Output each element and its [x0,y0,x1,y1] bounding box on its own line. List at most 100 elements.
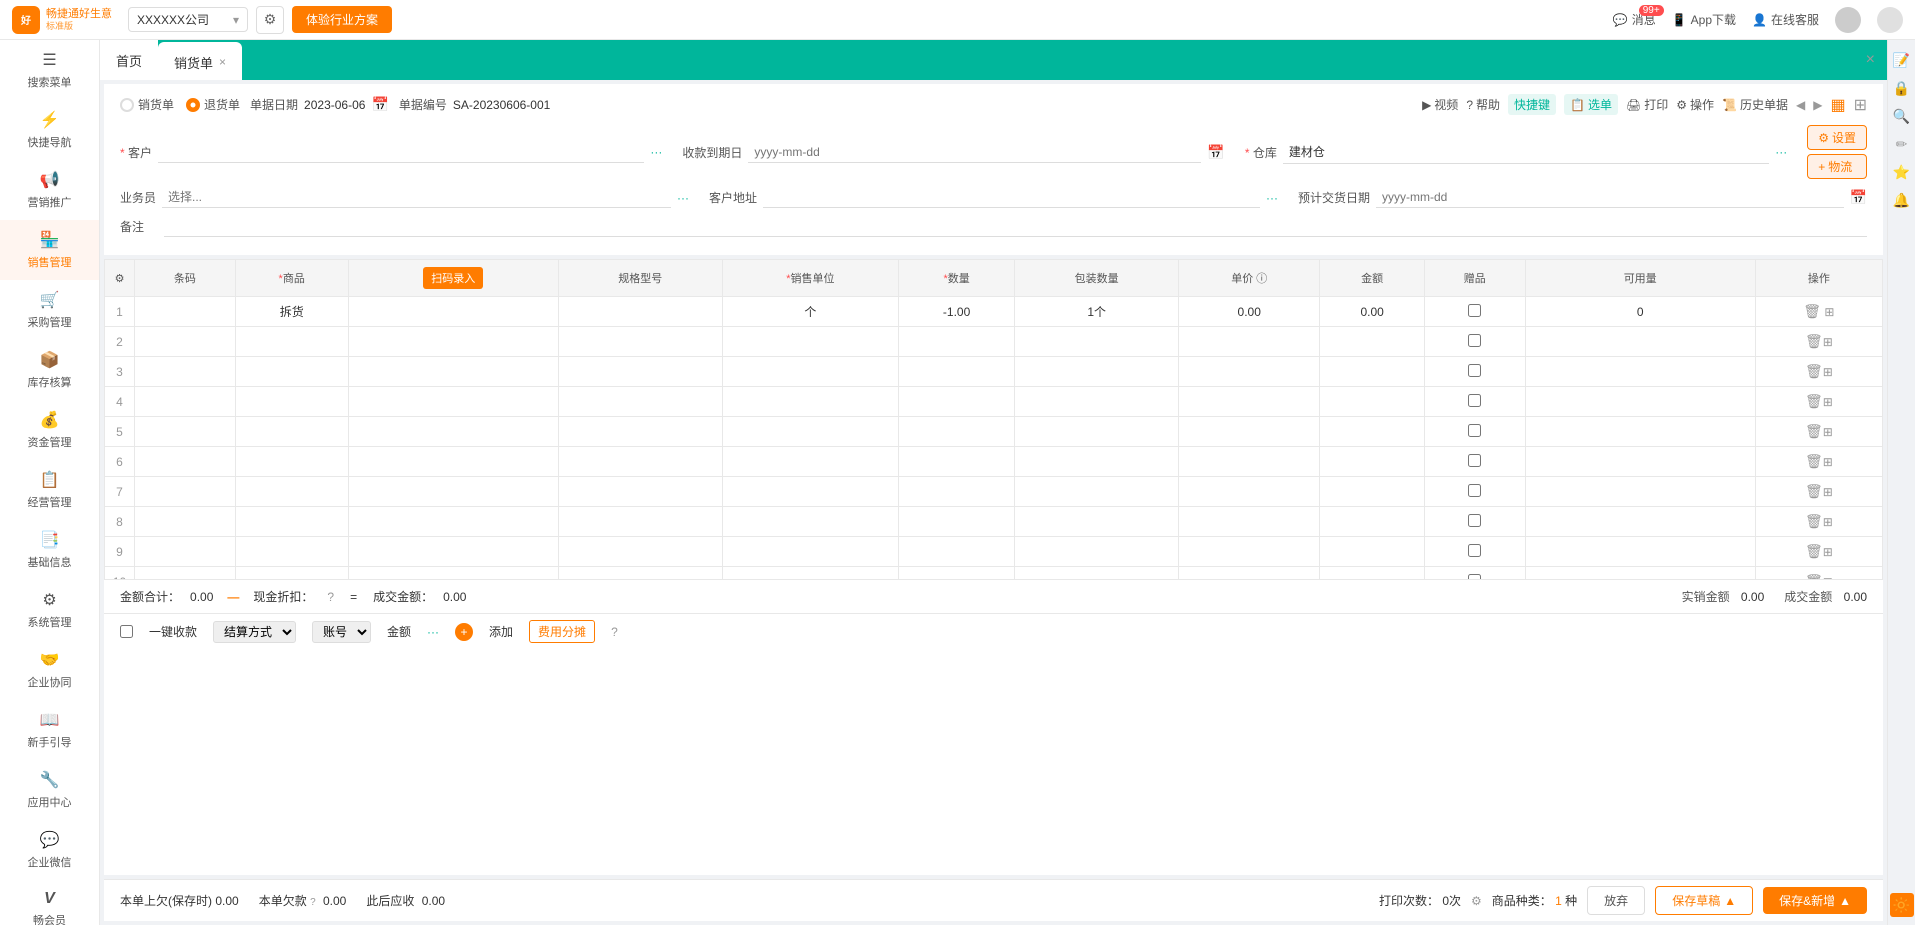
cell-amount[interactable] [1320,387,1425,417]
tab-sales-order[interactable]: 销货单 × [158,42,242,82]
scan-button[interactable]: 扫码录入 [423,267,483,289]
cell-product[interactable] [235,477,348,507]
logistics-button[interactable]: + 物流 [1807,154,1867,179]
copy-row-icon[interactable]: ⊞ [1823,395,1833,409]
cell-barcode[interactable] [135,297,236,327]
customer-dots-icon[interactable]: ··· [650,145,662,159]
gift-checkbox[interactable] [1468,304,1481,317]
cell-spec[interactable] [558,507,722,537]
payment-due-input[interactable] [748,142,1201,163]
sidebar-item-inventory[interactable]: 📦 库存核算 [0,340,99,400]
delete-row-icon[interactable]: 🗑 [1803,303,1821,319]
sidebar-item-guide[interactable]: 📖 新手引导 [0,700,99,760]
copy-row-icon[interactable]: ⊞ [1823,545,1833,559]
cell-barcode[interactable] [135,387,236,417]
cell-amount[interactable]: 0.00 [1320,297,1425,327]
cell-product[interactable]: 拆货 [235,297,348,327]
close-tab-icon[interactable]: × [219,55,226,69]
cell-qty[interactable] [899,417,1015,447]
sidebar-item-sales[interactable]: 🏪 销售管理 [0,220,99,280]
cell-amount[interactable] [1320,327,1425,357]
sidebar-item-appstore[interactable]: 🔧 应用中心 [0,760,99,820]
sidebar-item-quicknav[interactable]: ⚡ 快捷导航 [0,100,99,160]
customer-input[interactable] [158,142,644,163]
sidebar-item-wechat[interactable]: 💬 企业微信 [0,820,99,880]
right-icon-edit[interactable]: 📝 [1890,48,1914,72]
cell-product[interactable] [235,387,348,417]
cell-qty[interactable] [899,357,1015,387]
cell-unit[interactable] [722,417,898,447]
cell-qty[interactable]: -1.00 [899,297,1015,327]
payment-method-select[interactable]: 结算方式 [213,621,296,643]
cell-amount[interactable] [1320,447,1425,477]
video-link[interactable]: ▶ 视频 [1422,96,1458,113]
radio-sale[interactable]: 销货单 [120,96,174,113]
cell-price[interactable] [1179,387,1320,417]
cell-barcode[interactable] [135,537,236,567]
right-icon-bell[interactable]: 🔔 [1890,188,1914,212]
avatar2[interactable] [1877,7,1903,33]
tab-home[interactable]: 首页 [100,40,158,80]
cell-spec[interactable] [558,417,722,447]
cell-qty[interactable] [899,387,1015,417]
add-payment-button[interactable]: + [455,623,473,641]
cell-unit[interactable] [722,357,898,387]
cell-qty[interactable] [899,477,1015,507]
gift-checkbox[interactable] [1468,514,1481,527]
salesperson-dots-icon[interactable]: ··· [677,191,689,205]
save-new-button[interactable]: 保存&新增 ▲ [1763,887,1867,914]
cell-amount[interactable] [1320,567,1425,580]
cell-unit[interactable] [722,327,898,357]
col-settings[interactable]: ⚙ [105,260,135,297]
cell-qty[interactable] [899,507,1015,537]
estimated-calendar-icon[interactable]: 📅 [1850,189,1867,206]
cell-product[interactable] [235,447,348,477]
cell-product[interactable] [235,327,348,357]
help-link[interactable]: ? 帮助 [1466,96,1500,113]
sidebar-item-operation[interactable]: 📋 经营管理 [0,460,99,520]
delete-row-icon[interactable]: 🗑 [1805,333,1823,349]
close-window-icon[interactable]: × [1854,51,1887,69]
cell-product[interactable] [235,567,348,580]
cell-product[interactable] [235,537,348,567]
account-select[interactable]: 账号 [312,621,371,643]
gift-checkbox[interactable] [1468,484,1481,497]
delete-row-icon[interactable]: 🗑 [1805,363,1823,379]
delete-row-icon[interactable]: 🗑 [1805,423,1823,439]
right-icon-lock[interactable]: 🔒 [1890,76,1914,100]
cell-pkg-qty[interactable] [1015,327,1179,357]
print-link[interactable]: 🖨 打印 [1626,96,1668,113]
cell-spec[interactable] [558,387,722,417]
cell-amount[interactable] [1320,357,1425,387]
cell-pkg-qty[interactable] [1015,387,1179,417]
company-selector[interactable]: XXXXXX公司 ▾ [128,7,248,32]
cell-pkg-qty[interactable] [1015,447,1179,477]
col-scan[interactable]: 扫码录入 [348,260,558,297]
gift-checkbox[interactable] [1468,454,1481,467]
cell-pkg-qty[interactable] [1015,567,1179,580]
cell-qty[interactable] [899,537,1015,567]
cell-price[interactable] [1179,357,1320,387]
cell-unit[interactable] [722,567,898,580]
shortcut-link[interactable]: 快捷键 [1508,94,1556,115]
delete-row-icon[interactable]: 🗑 [1805,543,1823,559]
right-icon-active[interactable]: 🔆 [1890,893,1914,917]
cell-pkg-qty[interactable] [1015,357,1179,387]
operate-link[interactable]: ⚙ 操作 [1676,96,1714,113]
cell-price[interactable] [1179,507,1320,537]
delete-row-icon[interactable]: 🗑 [1805,453,1823,469]
copy-row-icon[interactable]: ⊞ [1824,305,1834,319]
cell-price[interactable]: 0.00 [1179,297,1320,327]
sidebar-item-purchase[interactable]: 🛒 采购管理 [0,280,99,340]
cell-barcode[interactable] [135,567,236,580]
expense-button[interactable]: 费用分摊 [529,620,595,643]
copy-row-icon[interactable]: ⊞ [1823,455,1833,469]
sidebar-item-finance[interactable]: 💰 资金管理 [0,400,99,460]
app-download-button[interactable]: 📱 App下载 [1672,11,1736,28]
cell-amount[interactable] [1320,417,1425,447]
cell-price[interactable] [1179,477,1320,507]
cell-price[interactable] [1179,447,1320,477]
abandon-button[interactable]: 放弃 [1587,886,1645,915]
cell-price[interactable] [1179,327,1320,357]
right-icon-search[interactable]: 🔍 [1890,104,1914,128]
